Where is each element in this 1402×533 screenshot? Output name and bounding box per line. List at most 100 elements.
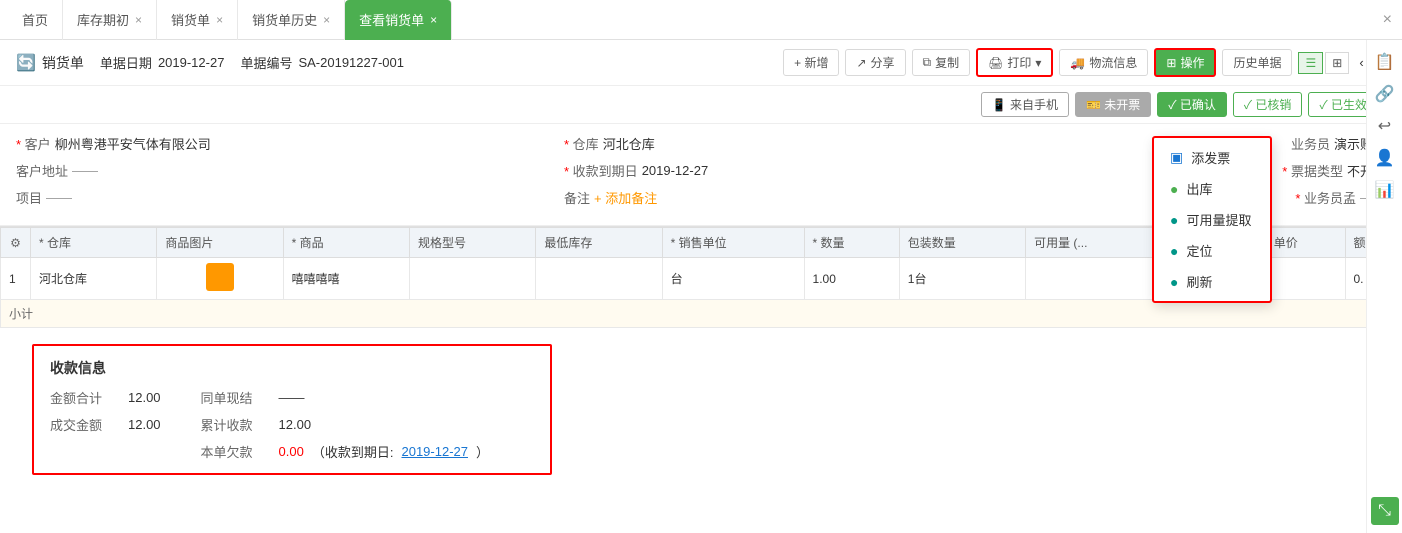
deal-value: 12.00 xyxy=(128,417,161,432)
grid-view-button[interactable]: ⊞ xyxy=(1325,52,1349,74)
sidebar-chart-icon[interactable]: 📊 xyxy=(1371,176,1399,204)
ticket-type-label: 票据类型 xyxy=(1282,161,1343,180)
list-view-button[interactable]: ☰ xyxy=(1298,52,1323,74)
col-image: 商品图片 xyxy=(157,228,283,258)
locate-item[interactable]: ● 定位 xyxy=(1154,235,1270,266)
payment-title: 收款信息 xyxy=(50,358,534,378)
tab-inventory[interactable]: 库存期初 × xyxy=(63,0,157,40)
sidebar-user-icon[interactable]: 👤 xyxy=(1371,144,1399,172)
tab-inventory-close[interactable]: × xyxy=(135,13,142,27)
owe-date[interactable]: 2019-12-27 xyxy=(401,444,468,459)
same-order-label: 同单现结 xyxy=(201,388,271,407)
window-close-button[interactable]: × xyxy=(1383,11,1392,29)
sidebar-link-icon[interactable]: 🔗 xyxy=(1371,80,1399,108)
outbound-icon: ● xyxy=(1170,181,1178,197)
row-pack-qty: 1台 xyxy=(899,258,1025,300)
doc-title: 🔄 销货单 xyxy=(16,53,84,73)
same-order-row: 同单现结 —— xyxy=(201,388,489,407)
sidebar-clipboard-icon[interactable]: 📋 xyxy=(1371,48,1399,76)
customer-label: 客户 xyxy=(16,134,51,153)
share-button[interactable]: ↗ 分享 xyxy=(845,49,905,76)
sold-button[interactable]: ✓ 已核销 xyxy=(1233,92,1303,117)
col-quantity: * 数量 xyxy=(804,228,899,258)
subtotal-row: 小计 xyxy=(1,300,1402,328)
address-value: —— xyxy=(72,163,98,178)
customer-field: 客户 柳州粤港平安气体有限公司 xyxy=(16,134,564,153)
operation-dropdown: ▣ 添发票 ● 出库 ● 可用量提取 ● 定位 ● 刷新 xyxy=(1152,136,1272,303)
tab-sales[interactable]: 销货单 × xyxy=(157,0,238,40)
tab-home[interactable]: 首页 xyxy=(8,0,63,40)
status-buttons: 📱 来自手机 🎫 未开票 ✓ 已确认 ✓ 已核销 ✓ 已生效 xyxy=(981,92,1386,117)
doc-date-field: 单据日期 2019-12-27 xyxy=(100,53,225,72)
print-dropdown-icon: ▾ xyxy=(1035,56,1041,70)
refresh-icon: ● xyxy=(1170,274,1178,290)
warehouse-value: 河北仓库 xyxy=(603,134,655,153)
phone-icon: 📱 xyxy=(992,98,1007,112)
confirm-button[interactable]: ✓ 已确认 xyxy=(1157,92,1227,117)
available-extract-item[interactable]: ● 可用量提取 xyxy=(1154,204,1270,235)
refresh-item[interactable]: ● 刷新 xyxy=(1154,266,1270,297)
total-label: 金额合计 xyxy=(50,388,120,407)
extract-icon: ● xyxy=(1170,212,1178,228)
new-button[interactable]: + 新增 xyxy=(783,49,839,76)
copy-icon: ⧉ xyxy=(923,55,932,70)
sidebar-undo-icon[interactable]: ↩ xyxy=(1371,112,1399,140)
add-note-button[interactable]: 添加备注 xyxy=(594,188,657,207)
effective-check-icon: ✓ xyxy=(1319,98,1327,112)
col-min-stock: 最低库存 xyxy=(536,228,662,258)
warehouse-label: 仓库 xyxy=(564,134,599,153)
subtotal-label: 小计 xyxy=(1,300,1402,328)
not-open-button[interactable]: 🎫 未开票 xyxy=(1075,92,1151,117)
staff-label: 业务员 xyxy=(1291,134,1330,153)
history-button[interactable]: 历史单据 xyxy=(1222,49,1292,76)
row-min-stock xyxy=(536,258,662,300)
project-label: 项目 xyxy=(16,188,42,207)
copy-button[interactable]: ⧉ 复制 xyxy=(912,49,971,76)
project-field: 项目 —— xyxy=(16,188,564,207)
doc-header: 🔄 销货单 单据日期 2019-12-27 单据编号 SA-20191227-0… xyxy=(0,40,1402,86)
row-warehouse: 河北仓库 xyxy=(31,258,157,300)
truck-icon: 🚚 xyxy=(1070,56,1085,70)
toolbar: + 新增 ↗ 分享 ⧉ 复制 🖨 打印 ▾ 🚚 物流信息 xyxy=(783,48,1386,77)
project-value: —— xyxy=(46,190,72,205)
col-product: * 商品 xyxy=(283,228,409,258)
share-icon: ↗ xyxy=(856,56,866,70)
payment-col-left: 金额合计 12.00 成交金额 12.00 xyxy=(50,388,161,461)
tab-view-sales-close[interactable]: × xyxy=(430,13,437,27)
grid-icon: ⊞ xyxy=(1166,56,1176,70)
right-sidebar: 📋 🔗 ↩ 👤 📊 ⤡ xyxy=(1366,40,1402,533)
col-gear: ⚙ xyxy=(1,228,31,258)
add-invoice-item[interactable]: ▣ 添发票 xyxy=(1154,142,1270,173)
payment-rows: 金额合计 12.00 成交金额 12.00 同单现结 —— xyxy=(50,388,534,461)
row-product: 嘻嘻嘻嘻 xyxy=(283,258,409,300)
tab-sales-history-close[interactable]: × xyxy=(323,13,330,27)
tab-sales-history[interactable]: 销货单历史 × xyxy=(238,0,345,40)
warehouse-field: 仓库 河北仓库 xyxy=(564,134,975,153)
outbound-item[interactable]: ● 出库 xyxy=(1154,173,1270,204)
payment-section-wrapper: 收款信息 金额合计 12.00 成交金额 12.00 xyxy=(0,328,1402,491)
logistics-button[interactable]: 🚚 物流信息 xyxy=(1059,49,1148,76)
address-field: 客户地址 —— xyxy=(16,161,564,180)
accumulated-label: 累计收款 xyxy=(201,415,271,434)
total-row: 金额合计 12.00 xyxy=(50,388,161,407)
owe-label: 本单欠款 xyxy=(201,442,271,461)
col-unit: * 销售单位 xyxy=(662,228,804,258)
print-button[interactable]: 🖨 打印 ▾ xyxy=(976,48,1053,77)
tab-sales-close[interactable]: × xyxy=(216,13,223,27)
staff2-label: 业务员孟 xyxy=(1295,188,1356,207)
row-spec xyxy=(409,258,535,300)
row-price xyxy=(1265,258,1345,300)
col-warehouse: * 仓库 xyxy=(31,228,157,258)
phone-status-button[interactable]: 📱 来自手机 xyxy=(981,92,1069,117)
operation-button[interactable]: ⊞ 操作 xyxy=(1154,48,1216,77)
address-label: 客户地址 xyxy=(16,161,68,180)
total-value: 12.00 xyxy=(128,390,161,405)
accumulated-value: 12.00 xyxy=(279,417,312,432)
ticket-icon: 🎫 xyxy=(1086,98,1101,112)
accumulated-row: 累计收款 12.00 xyxy=(201,415,489,434)
view-toggle: ☰ ⊞ xyxy=(1298,52,1349,74)
owe-close: ） xyxy=(476,442,489,461)
sidebar-expand-icon[interactable]: ⤡ xyxy=(1371,497,1399,525)
col-spec: 规格型号 xyxy=(409,228,535,258)
tab-view-sales[interactable]: 查看销货单 × xyxy=(345,0,452,40)
